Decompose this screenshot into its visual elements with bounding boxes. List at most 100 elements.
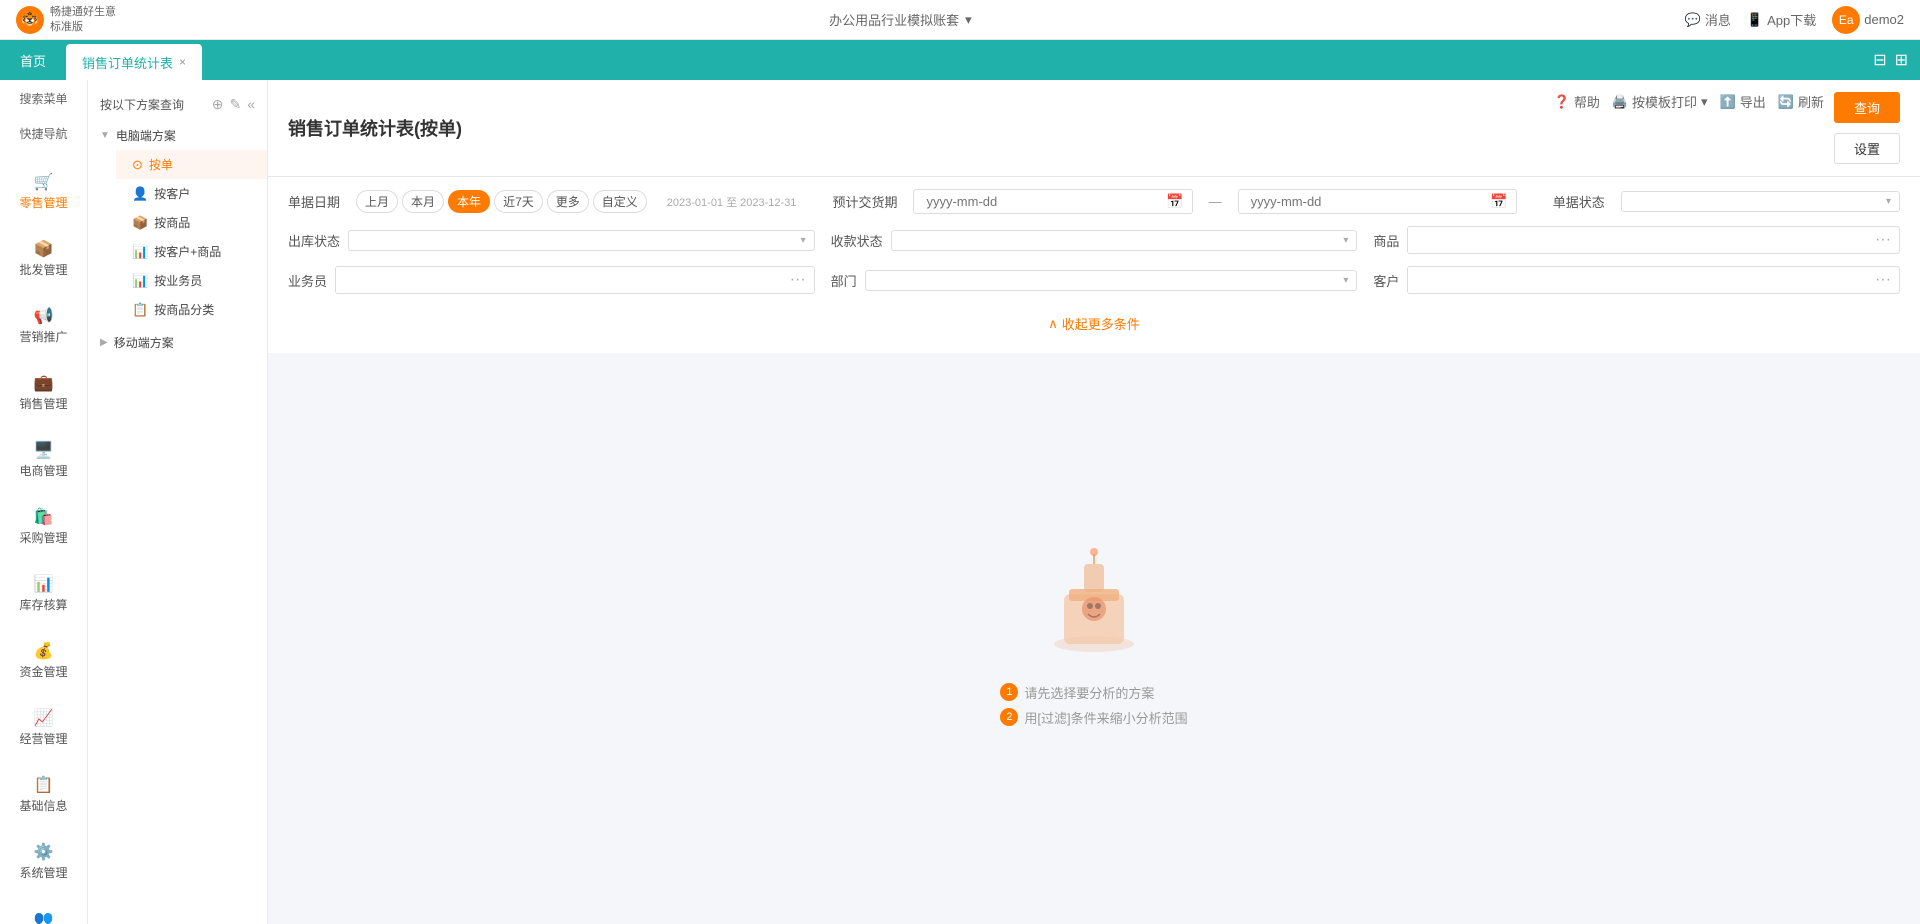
collapse-panel-icon[interactable]: «: [247, 96, 255, 113]
refresh-button[interactable]: 🔄 刷新: [1778, 92, 1824, 111]
date-btn-this-year[interactable]: 本年: [448, 190, 490, 213]
tree-item-by-customer-goods[interactable]: 📊 按客户+商品: [116, 237, 267, 266]
department-label: 部门: [831, 271, 857, 290]
expected-date-end[interactable]: 📅: [1238, 189, 1517, 214]
date-buttons: 上月 本月 本年 近7天 更多 自定义: [356, 190, 647, 213]
empty-illustration: [1034, 544, 1154, 667]
left-panel-header: 按以下方案查询 ⊕ ✎ «: [88, 90, 267, 119]
salesman-label: 业务员: [288, 271, 327, 290]
sidebar-item-purchase[interactable]: 🛍️ 采购管理: [0, 493, 87, 560]
customer-dropdown[interactable]: ···: [1407, 266, 1900, 294]
date-btn-7days[interactable]: 近7天: [494, 190, 543, 213]
filter-row-person: 业务员 ··· 部门 ▾ 客户: [288, 266, 1900, 294]
btn-action-row: 查询 设置: [1834, 92, 1900, 164]
query-button[interactable]: 查询: [1834, 92, 1900, 123]
minimize-icon[interactable]: ⊟: [1873, 50, 1886, 70]
calendar-start-icon[interactable]: 📅: [1166, 193, 1183, 210]
salesman-dropdown[interactable]: ···: [335, 266, 815, 294]
purchase-icon: 🛍️: [0, 507, 87, 527]
sidebar-item-wholesale[interactable]: 📦 批发管理: [0, 225, 87, 292]
customer-label: 客户: [1373, 271, 1399, 290]
ecommerce-icon: 🖥️: [0, 440, 87, 460]
pc-scheme-parent[interactable]: ▼ 电脑端方案: [88, 121, 267, 150]
tabbar: 首页 销售订单统计表 × ⊟ ⊞: [0, 40, 1920, 80]
tab-active[interactable]: 销售订单统计表 ×: [66, 44, 202, 80]
maximize-icon[interactable]: ⊞: [1895, 50, 1908, 70]
expected-date-start-input[interactable]: [922, 190, 1166, 213]
tree-item-by-sales[interactable]: 📊 按业务员: [116, 266, 267, 295]
app-title: 办公用品行业模拟账套: [829, 10, 959, 29]
logo-icon: 🐯: [16, 6, 44, 34]
hint-num-2: 2: [1000, 708, 1018, 726]
topbar-right: 💬 消息 📱 App下载 Ea demo2: [1685, 6, 1904, 34]
avatar: Ea: [1832, 6, 1860, 34]
page-title: 销售订单统计表(按单): [288, 115, 462, 141]
print-dropdown-icon[interactable]: ▾: [1701, 94, 1708, 110]
sales-tree-icon: 📊: [132, 273, 148, 289]
marketing-icon: 📢: [0, 306, 87, 326]
date-range-text: 2023-01-01 至 2023-12-31: [667, 194, 797, 210]
sidebar-item-inventory[interactable]: 📊 库存核算: [0, 560, 87, 627]
shipment-arrow-icon: ▾: [801, 235, 806, 246]
tab-home[interactable]: 首页: [0, 40, 66, 80]
date-label: 单据日期: [288, 192, 340, 211]
goods-tree-icon: 📦: [132, 215, 148, 231]
customer-ellipsis-icon[interactable]: ···: [1875, 271, 1891, 289]
date-btn-last-month[interactable]: 上月: [356, 190, 398, 213]
status-dropdown[interactable]: ▾: [1621, 191, 1900, 212]
salesman-ellipsis-icon[interactable]: ···: [790, 271, 806, 289]
tab-close-icon[interactable]: ×: [179, 55, 186, 69]
hint-num-1: 1: [1000, 683, 1018, 701]
help-button[interactable]: ❓ 帮助: [1554, 92, 1600, 111]
shipment-dropdown[interactable]: ▾: [348, 230, 815, 251]
sidebar-item-retail[interactable]: 🛒 零售管理: [0, 158, 87, 225]
export-button[interactable]: ⬆️ 导出: [1720, 92, 1766, 111]
edit-scheme-icon[interactable]: ✎: [229, 96, 241, 113]
shipment-label: 出库状态: [288, 231, 340, 250]
sidebar-nav[interactable]: 快捷导航: [0, 117, 87, 150]
app-download-button[interactable]: 📱 App下载: [1747, 10, 1816, 29]
filter-row-status: 出库状态 ▾ 收款状态 ▾ 商品: [288, 226, 1900, 254]
goods-dropdown[interactable]: ···: [1407, 226, 1900, 254]
mobile-scheme-parent[interactable]: ▶ 移动端方案: [88, 328, 267, 357]
left-panel-title: 按以下方案查询: [100, 96, 184, 113]
department-dropdown[interactable]: ▾: [865, 270, 1358, 291]
tabbar-right: ⊟ ⊞: [1873, 50, 1920, 70]
collapse-button[interactable]: ∧ 收起更多条件: [288, 306, 1900, 341]
date-btn-more[interactable]: 更多: [547, 190, 589, 213]
empty-hint-2: 2 用[过滤]条件来缩小分析范围: [1000, 708, 1187, 727]
sidebar-item-finance[interactable]: 💰 资金管理: [0, 627, 87, 694]
topbar-center[interactable]: 办公用品行业模拟账套 ▾: [829, 10, 972, 29]
print-button[interactable]: 🖨️ 按模板打印 ▾: [1612, 92, 1708, 111]
calendar-end-icon[interactable]: 📅: [1490, 193, 1507, 210]
payment-dropdown[interactable]: ▾: [891, 230, 1358, 251]
sidebar-search[interactable]: 搜索菜单: [0, 80, 87, 117]
user-menu[interactable]: Ea demo2: [1832, 6, 1904, 34]
tree-item-by-category[interactable]: 📋 按商品分类: [116, 295, 267, 324]
sidebar-item-marketing[interactable]: 📢 营销推广: [0, 292, 87, 359]
page-title-row: 销售订单统计表(按单) ❓ 帮助 🖨️ 按模板打印 ▾: [288, 92, 1900, 164]
add-scheme-icon[interactable]: ⊕: [212, 96, 224, 113]
settings-button[interactable]: 设置: [1834, 133, 1900, 164]
sidebar-item-ecommerce[interactable]: 🖥️ 电商管理: [0, 426, 87, 493]
expected-date-end-input[interactable]: [1247, 190, 1491, 213]
dropdown-arrow-icon[interactable]: ▾: [965, 12, 972, 28]
date-dash: —: [1209, 194, 1222, 209]
collapse-up-icon: ∧: [1048, 316, 1058, 332]
sidebar-item-sales[interactable]: 💼 销售管理: [0, 359, 87, 426]
collapse-label: 收起更多条件: [1062, 314, 1140, 333]
sidebar-item-basic[interactable]: 📋 基础信息: [0, 761, 87, 828]
sidebar: 搜索菜单 快捷导航 🛒 零售管理 📦 批发管理 📢 营销推广 💼 销售管理 🖥️…: [0, 80, 88, 924]
message-button[interactable]: 💬 消息: [1685, 10, 1731, 29]
sidebar-item-operation[interactable]: 📈 经营管理: [0, 694, 87, 761]
date-btn-custom[interactable]: 自定义: [593, 190, 647, 213]
tree-item-by-order[interactable]: ⊙ 按单: [116, 150, 267, 179]
expected-date-start[interactable]: 📅: [913, 189, 1192, 214]
sidebar-item-collab[interactable]: 👥 企业协同: [0, 895, 87, 924]
tree-item-by-goods[interactable]: 📦 按商品: [116, 208, 267, 237]
date-btn-this-month[interactable]: 本月: [402, 190, 444, 213]
right-content: 销售订单统计表(按单) ❓ 帮助 🖨️ 按模板打印 ▾: [268, 80, 1920, 924]
tree-item-by-customer[interactable]: 👤 按客户: [116, 179, 267, 208]
goods-ellipsis-icon[interactable]: ···: [1875, 231, 1891, 249]
sidebar-item-system[interactable]: ⚙️ 系统管理: [0, 828, 87, 895]
